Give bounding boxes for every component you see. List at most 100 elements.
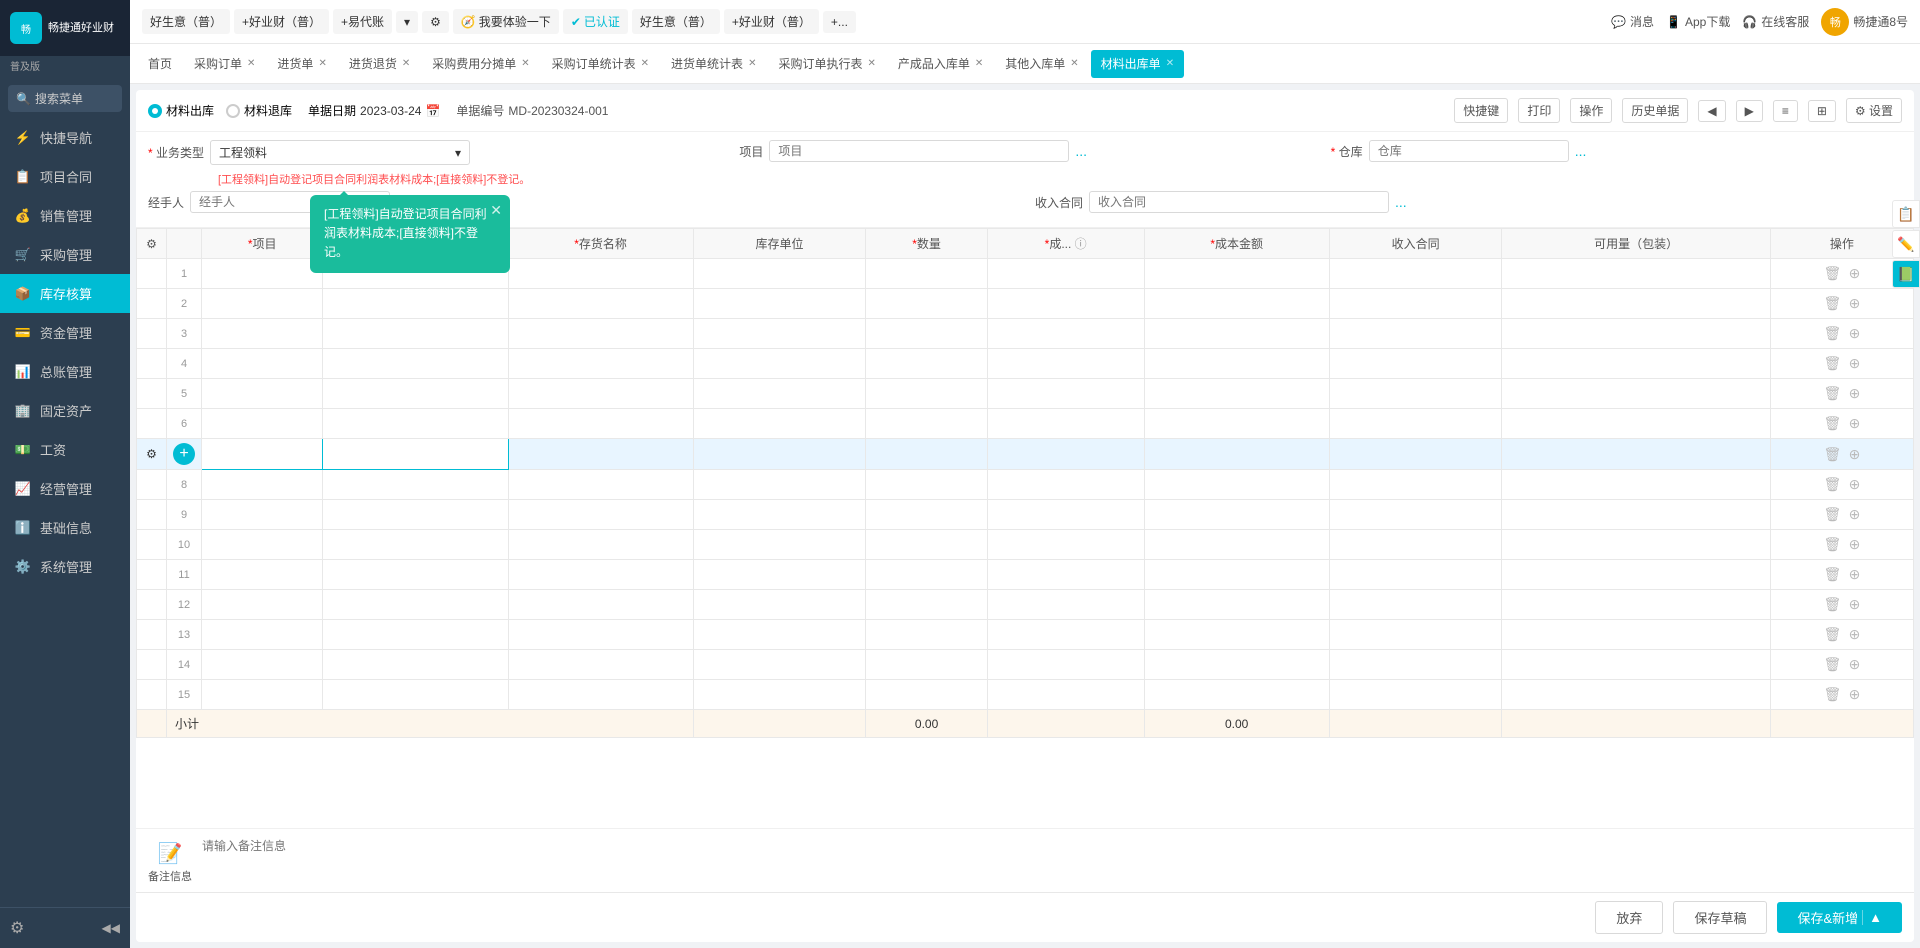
user-menu[interactable]: 畅 畅捷通8号: [1821, 8, 1908, 36]
sidebar-item-salary[interactable]: 💵 工资: [0, 430, 130, 469]
row-available-cell[interactable]: [1502, 530, 1770, 560]
row-income-contract-cell[interactable]: [1329, 500, 1502, 530]
row-cost-cell[interactable]: [987, 349, 1144, 379]
row-name-cell[interactable]: [508, 259, 693, 289]
row-unit-cell[interactable]: [693, 349, 866, 379]
row-cost-cell[interactable]: [987, 409, 1144, 439]
tab-purchase-stat[interactable]: 采购订单统计表 ✕: [542, 50, 659, 78]
row-income-contract-cell[interactable]: [1329, 409, 1502, 439]
row-project-cell[interactable]: [202, 470, 323, 500]
row-name-cell[interactable]: [508, 439, 693, 470]
row-available-cell[interactable]: [1502, 560, 1770, 590]
close-icon[interactable]: ✕: [1166, 58, 1174, 69]
row-name-cell[interactable]: [508, 349, 693, 379]
row-cost-amount-cell[interactable]: [1144, 470, 1329, 500]
row-project-cell[interactable]: [202, 409, 323, 439]
copy-row-btn[interactable]: ⊕: [1847, 263, 1863, 284]
row-qty-cell[interactable]: [866, 500, 987, 530]
row-project-cell[interactable]: [202, 530, 323, 560]
row-code-cell[interactable]: [323, 319, 508, 349]
biz-type-select[interactable]: 工程领料 ▾: [210, 140, 470, 165]
row-name-cell[interactable]: [508, 289, 693, 319]
tab-goods-receipt[interactable]: 进货单 ✕: [267, 50, 336, 78]
tab-purchase-fee[interactable]: 采购费用分摊单 ✕: [422, 50, 539, 78]
tab-purchase-order[interactable]: 采购订单 ✕: [184, 50, 265, 78]
add-row-btn[interactable]: +: [173, 443, 195, 465]
settings-btn[interactable]: ⚙ 设置: [1846, 98, 1902, 123]
row-cost-amount-cell[interactable]: [1144, 259, 1329, 289]
row-unit-cell[interactable]: [693, 409, 866, 439]
calendar-icon[interactable]: 📅: [425, 104, 440, 118]
row-income-contract-cell[interactable]: [1329, 259, 1502, 289]
row-qty-cell[interactable]: [866, 590, 987, 620]
sidebar-collapse-btn[interactable]: ◀◀: [102, 921, 120, 935]
row-name-cell[interactable]: [508, 560, 693, 590]
delete-row-btn[interactable]: 🗑: [1821, 654, 1843, 675]
copy-row-btn[interactable]: ⊕: [1847, 413, 1863, 434]
tab-goods-return[interactable]: 进货退货 ✕: [339, 50, 420, 78]
next-doc-btn[interactable]: ▶: [1736, 100, 1763, 122]
row-income-contract-cell[interactable]: [1329, 470, 1502, 500]
sidebar-settings-btn[interactable]: ⚙: [10, 918, 24, 938]
radio-material-return[interactable]: 材料退库: [226, 102, 292, 119]
row-qty-cell[interactable]: [866, 289, 987, 319]
row-cost-amount-cell[interactable]: [1144, 409, 1329, 439]
delete-row-btn[interactable]: 🗑: [1821, 594, 1843, 615]
copy-row-btn[interactable]: ⊕: [1847, 474, 1863, 495]
row-cost-cell[interactable]: [987, 620, 1144, 650]
row-income-contract-cell[interactable]: [1329, 590, 1502, 620]
row-available-cell[interactable]: [1502, 620, 1770, 650]
row-project-cell[interactable]: [202, 590, 323, 620]
sidebar-item-quick[interactable]: ⚡ 快捷导航: [0, 118, 130, 157]
sidebar-item-sales[interactable]: 💰 销售管理: [0, 196, 130, 235]
print-btn[interactable]: 打印: [1518, 98, 1560, 123]
row-cost-cell[interactable]: [987, 319, 1144, 349]
delete-row-btn[interactable]: 🗑: [1821, 353, 1843, 374]
row-cost-cell[interactable]: [987, 530, 1144, 560]
sidebar-item-purchase[interactable]: 🛒 采购管理: [0, 235, 130, 274]
warehouse-dots-btn[interactable]: ...: [1575, 143, 1587, 159]
sidebar-item-management[interactable]: 📈 经营管理: [0, 469, 130, 508]
row-available-cell[interactable]: [1502, 470, 1770, 500]
row-income-contract-cell[interactable]: [1329, 560, 1502, 590]
row-income-contract-cell[interactable]: [1329, 650, 1502, 680]
row-income-contract-cell[interactable]: [1329, 530, 1502, 560]
row-code-cell[interactable]: [323, 560, 508, 590]
delete-row-btn[interactable]: 🗑: [1821, 383, 1843, 404]
prev-doc-btn[interactable]: ◀: [1698, 100, 1725, 122]
close-icon[interactable]: ✕: [247, 58, 255, 69]
row-qty-cell[interactable]: [866, 409, 987, 439]
delete-row-btn[interactable]: 🗑: [1821, 263, 1843, 284]
copy-row-btn[interactable]: ⊕: [1847, 594, 1863, 615]
list-view-btn[interactable]: ≡: [1773, 100, 1798, 122]
close-icon[interactable]: ✕: [521, 58, 529, 69]
row-project-cell[interactable]: [202, 379, 323, 409]
row-cost-amount-cell[interactable]: [1144, 500, 1329, 530]
sidebar-logo[interactable]: 畅 畅捷通好业财: [0, 0, 130, 56]
operation-btn[interactable]: 操作: [1570, 98, 1612, 123]
row-unit-cell[interactable]: [693, 620, 866, 650]
row-project-cell[interactable]: [202, 650, 323, 680]
row-cost-cell[interactable]: [987, 439, 1144, 470]
row-cost-amount-cell[interactable]: [1144, 289, 1329, 319]
row-qty-cell[interactable]: [866, 650, 987, 680]
row-income-contract-cell[interactable]: [1329, 620, 1502, 650]
row-income-contract-cell[interactable]: [1329, 439, 1502, 470]
message-btn[interactable]: 💬 消息: [1611, 13, 1654, 30]
row-code-cell[interactable]: [323, 530, 508, 560]
col-cost-amount-header[interactable]: *成本金额: [1144, 229, 1329, 259]
row-project-cell[interactable]: [202, 259, 323, 289]
right-float-btn-2[interactable]: ✏️: [1892, 230, 1920, 258]
row-code-cell[interactable]: [323, 439, 508, 470]
notes-input[interactable]: [202, 837, 1902, 877]
shortcut-key-btn[interactable]: 快捷键: [1454, 98, 1508, 123]
row-qty-cell[interactable]: [866, 470, 987, 500]
topbar-experience[interactable]: 🧭 我要体验一下: [453, 9, 559, 34]
topbar-plus-good[interactable]: +好业财（普）: [234, 9, 329, 34]
tab-home[interactable]: 首页: [138, 50, 182, 78]
row-cost-cell[interactable]: [987, 680, 1144, 710]
online-service-btn[interactable]: 🎧 在线客服: [1742, 13, 1809, 30]
save-new-button[interactable]: 保存&新增 ▲: [1777, 902, 1902, 933]
close-icon[interactable]: ✕: [748, 58, 756, 69]
row-project-cell[interactable]: [202, 289, 323, 319]
